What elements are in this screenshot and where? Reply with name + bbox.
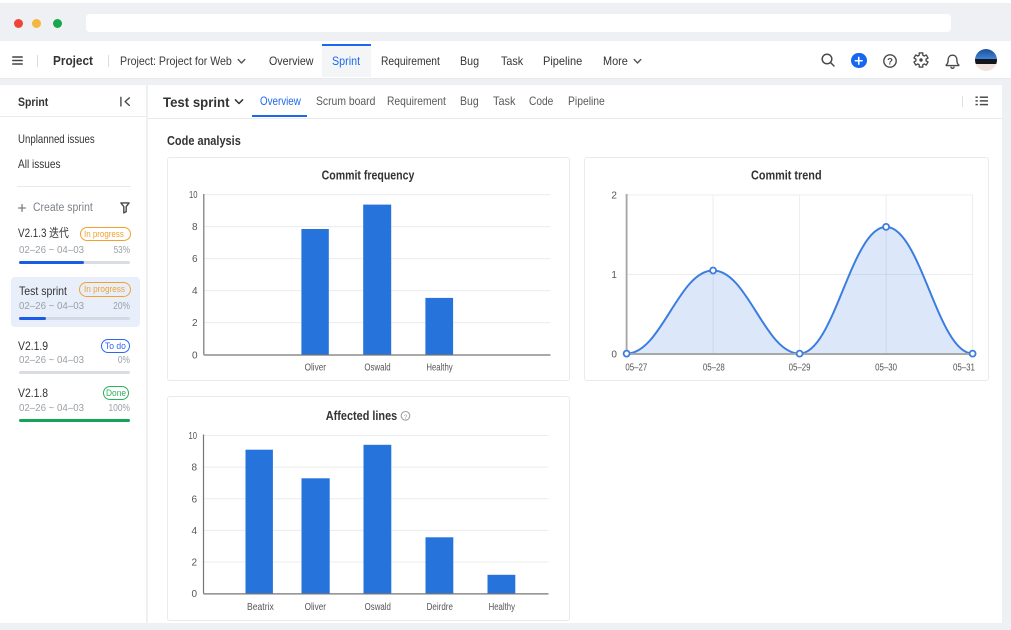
- svg-text:0: 0: [612, 350, 618, 361]
- svg-text:Healthy: Healthy: [488, 602, 514, 613]
- svg-text:0: 0: [191, 350, 197, 361]
- svg-text:Oswald: Oswald: [364, 602, 390, 613]
- svg-text:Deirdre: Deirdre: [426, 602, 453, 613]
- svg-text:Commit frequency: Commit frequency: [321, 169, 414, 183]
- svg-text:8: 8: [191, 463, 197, 474]
- svg-text:05–27: 05–27: [626, 362, 648, 373]
- svg-text:Affected lines: Affected lines: [325, 409, 396, 423]
- svg-text:2: 2: [191, 318, 197, 329]
- svg-text:Beatrix: Beatrix: [247, 602, 274, 613]
- svg-text:4: 4: [191, 526, 197, 537]
- svg-text:05–31: 05–31: [953, 362, 975, 373]
- svg-text:0: 0: [191, 589, 197, 600]
- svg-text:1: 1: [612, 270, 618, 281]
- svg-text:10: 10: [188, 431, 197, 442]
- svg-text:2: 2: [191, 558, 197, 569]
- svg-text:?: ?: [887, 56, 893, 67]
- svg-text:05–28: 05–28: [703, 362, 725, 373]
- svg-text:6: 6: [191, 494, 197, 505]
- svg-text:05–30: 05–30: [876, 362, 898, 373]
- svg-text:8: 8: [191, 222, 197, 233]
- svg-text:6: 6: [191, 254, 197, 265]
- svg-text:Oliver: Oliver: [304, 602, 326, 613]
- svg-text:Oliver: Oliver: [304, 362, 326, 373]
- svg-text:4: 4: [191, 286, 197, 297]
- svg-text:2: 2: [612, 191, 618, 202]
- svg-text:10: 10: [189, 190, 198, 201]
- svg-text:?: ?: [403, 414, 407, 421]
- svg-text:Healthy: Healthy: [426, 362, 452, 373]
- svg-text:05–29: 05–29: [789, 362, 811, 373]
- svg-text:Oswald: Oswald: [364, 362, 390, 373]
- svg-text:Commit trend: Commit trend: [751, 169, 822, 183]
